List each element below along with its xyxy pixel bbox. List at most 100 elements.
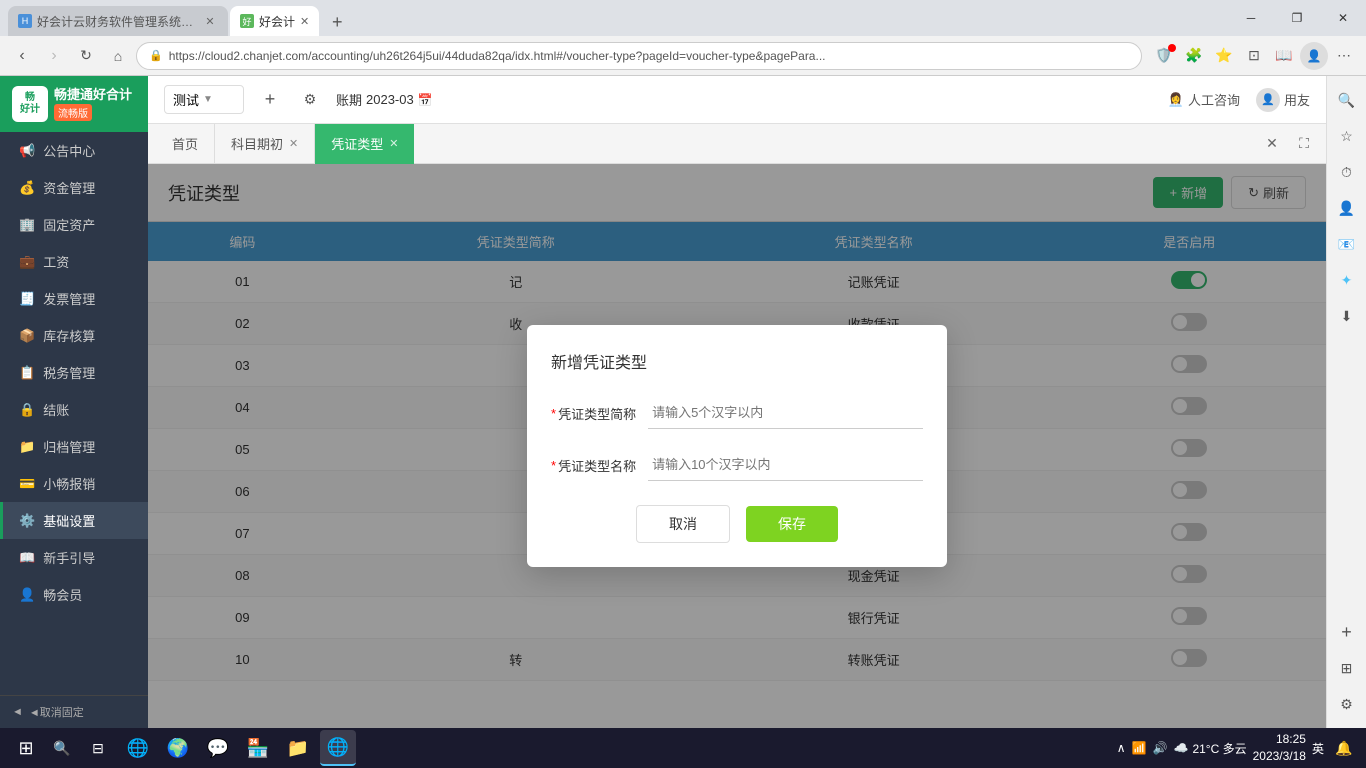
left-sidebar: 畅好计 畅捷通好合计 流畅版 📢 公告中心 💰 资金管理 🏢 固 xyxy=(0,76,148,728)
sidebar-history-btn[interactable]: ⏱ xyxy=(1331,156,1363,188)
subject-tab-close-icon[interactable]: ✕ xyxy=(289,137,298,150)
task-view-btn[interactable]: ⊟ xyxy=(80,730,116,766)
sidebar-footer[interactable]: ◄ ◄取消固定 xyxy=(0,695,148,728)
browser-tab-active[interactable]: 好 好会计 ✕ xyxy=(230,6,319,36)
sidebar-outlook-btn[interactable]: 📧 xyxy=(1331,228,1363,260)
short-name-input[interactable] xyxy=(648,397,923,429)
sidebar-label: 畅会员 xyxy=(43,585,82,604)
closing-icon: 🔒 xyxy=(19,402,35,418)
app-tab-subject[interactable]: 科目期初 ✕ xyxy=(215,124,315,164)
sidebar-item-settings[interactable]: ⚙️ 基础设置 xyxy=(0,502,148,539)
sidebar-item-invoice[interactable]: 🧾 发票管理 xyxy=(0,280,148,317)
browser-tab-inactive[interactable]: H 好会计云财务软件管理系统_会计 ✕ xyxy=(8,6,228,36)
tab-minimize-btn[interactable]: ✕ xyxy=(1258,130,1286,158)
sidebar-user-btn[interactable]: 👤 xyxy=(1331,192,1363,224)
refresh-btn[interactable]: ↻ xyxy=(72,42,100,70)
add-workspace-btn[interactable]: + xyxy=(256,86,284,114)
sidebar-label: 发票管理 xyxy=(43,289,95,308)
settings-gear-btn[interactable]: ⚙ xyxy=(296,86,324,114)
sidebar-item-tax[interactable]: 📋 税务管理 xyxy=(0,354,148,391)
sidebar-search-btn[interactable]: 🔍 xyxy=(1331,84,1363,116)
consultation-btn[interactable]: 👩‍💼 人工咨询 xyxy=(1168,90,1240,109)
taskbar-app-edge[interactable]: 🌐 xyxy=(120,730,156,766)
sidebar-favorites-btn[interactable]: ☆ xyxy=(1331,120,1363,152)
maximize-btn[interactable]: ❐ xyxy=(1274,0,1320,36)
sidebar-item-archive[interactable]: 📁 归档管理 xyxy=(0,428,148,465)
tab-fullscreen-btn[interactable]: ⛶ xyxy=(1290,130,1318,158)
collections-btn[interactable]: ⭐ xyxy=(1210,42,1238,70)
taskbar-app-browser-active[interactable]: 🌐 xyxy=(320,730,356,766)
calendar-icon[interactable]: 📅 xyxy=(418,93,433,107)
taskbar-app-store[interactable]: 🏪 xyxy=(240,730,276,766)
unpin-icon: ◄ xyxy=(12,706,23,718)
subject-tab-label: 科目期初 xyxy=(231,134,283,153)
full-name-input[interactable] xyxy=(648,449,923,481)
logo-badge: 流畅版 xyxy=(54,104,92,121)
more-menu-btn[interactable]: ⋯ xyxy=(1330,42,1358,70)
workspace-label: 测试 xyxy=(173,90,199,109)
tab-close-btn[interactable]: ✕ xyxy=(202,13,218,29)
sidebar-item-guide[interactable]: 📖 新手引导 xyxy=(0,539,148,576)
sidebar-item-inventory[interactable]: 📦 库存核算 xyxy=(0,317,148,354)
extensions-btn[interactable]: 🛡️ xyxy=(1150,42,1178,70)
full-name-label: 凭证类型名称 xyxy=(558,456,648,475)
sidebar-gear-btn[interactable]: ⚙ xyxy=(1331,688,1363,720)
sidebar-label: 新手引导 xyxy=(43,548,95,567)
clock[interactable]: 18:25 2023/3/18 xyxy=(1253,731,1306,765)
new-tab-btn[interactable]: + xyxy=(323,8,351,36)
voucher-type-tab-label: 凭证类型 xyxy=(331,134,383,153)
back-btn[interactable]: ‹ xyxy=(8,42,36,70)
app-tab-home[interactable]: 首页 xyxy=(156,124,215,164)
funds-icon: 💰 xyxy=(19,180,35,196)
taskbar-app-folder[interactable]: 📁 xyxy=(280,730,316,766)
url-bar[interactable]: 🔒 https://cloud2.chanjet.com/accounting/… xyxy=(136,42,1142,70)
minimize-btn[interactable]: ─ xyxy=(1228,0,1274,36)
system-tray[interactable]: ∧ 📶 🔊 xyxy=(1117,741,1168,755)
sidebar-feather-btn[interactable]: ✦ xyxy=(1331,264,1363,296)
extensions-puzzle-btn[interactable]: 🧩 xyxy=(1180,42,1208,70)
cancel-button[interactable]: 取消 xyxy=(636,505,730,543)
save-button[interactable]: 保存 xyxy=(746,506,838,542)
tab-close-active[interactable]: ✕ xyxy=(300,15,309,28)
period-info: 账期 2023-03 📅 xyxy=(336,90,433,109)
close-btn[interactable]: ✕ xyxy=(1320,0,1366,36)
forward-btn[interactable]: › xyxy=(40,42,68,70)
tab-label-active: 好会计 xyxy=(259,13,295,30)
required-mark-1: * xyxy=(551,406,556,421)
logo-text: 畅捷通好合计 xyxy=(54,87,132,104)
consultation-label: 人工咨询 xyxy=(1188,90,1240,109)
add-voucher-type-modal: 新增凭证类型 * 凭证类型简称 * 凭证类型名称 xyxy=(527,325,947,567)
date-display: 2023/3/18 xyxy=(1253,748,1306,765)
logo-area: 畅好计 畅捷通好合计 流畅版 xyxy=(0,76,148,132)
taskbar-search-btn[interactable]: 🔍 xyxy=(44,730,80,766)
sidebar-item-membership[interactable]: 👤 畅会员 xyxy=(0,576,148,613)
weather-icon: ☁️ xyxy=(1173,741,1188,755)
expense-icon: 💳 xyxy=(19,476,35,492)
reading-mode-btn[interactable]: 📖 xyxy=(1270,42,1298,70)
taskbar-app-chrome[interactable]: 🌍 xyxy=(160,730,196,766)
sidebar-item-expense[interactable]: 💳 小畅报销 xyxy=(0,465,148,502)
app-tab-voucher-type[interactable]: 凭证类型 ✕ xyxy=(315,124,414,164)
sidebar-item-payroll[interactable]: 💼 工资 xyxy=(0,243,148,280)
taskbar-app-wechat[interactable]: 💬 xyxy=(200,730,236,766)
sidebar-item-funds[interactable]: 💰 资金管理 xyxy=(0,169,148,206)
home-btn[interactable]: ⌂ xyxy=(104,42,132,70)
user-info[interactable]: 👤 用友 xyxy=(1256,88,1310,112)
modal-title: 新增凭证类型 xyxy=(551,349,923,373)
sidebar-item-fixed-assets[interactable]: 🏢 固定资产 xyxy=(0,206,148,243)
start-btn[interactable]: ⊞ xyxy=(8,730,44,766)
notification-btn[interactable]: 🔔 xyxy=(1330,734,1358,762)
sidebar-add-btn[interactable]: + xyxy=(1331,616,1363,648)
sidebar-label: 公告中心 xyxy=(43,141,95,160)
workspace-selector[interactable]: 测试 ▼ xyxy=(164,85,244,114)
logo-icon: 畅好计 xyxy=(12,86,48,122)
app-tabs-bar: 首页 科目期初 ✕ 凭证类型 ✕ ✕ ⛶ xyxy=(148,124,1326,164)
sidebar-item-closing[interactable]: 🔒 结账 xyxy=(0,391,148,428)
split-view-btn[interactable]: ⊡ xyxy=(1240,42,1268,70)
sidebar-grid-btn[interactable]: ⊞ xyxy=(1331,652,1363,684)
sidebar-item-announcements[interactable]: 📢 公告中心 xyxy=(0,132,148,169)
sidebar-download-btn[interactable]: ⬇ xyxy=(1331,300,1363,332)
sound-icon: 🔊 xyxy=(1153,741,1168,755)
user-profile-btn[interactable]: 👤 xyxy=(1300,42,1328,70)
voucher-type-tab-close-icon[interactable]: ✕ xyxy=(389,137,398,150)
